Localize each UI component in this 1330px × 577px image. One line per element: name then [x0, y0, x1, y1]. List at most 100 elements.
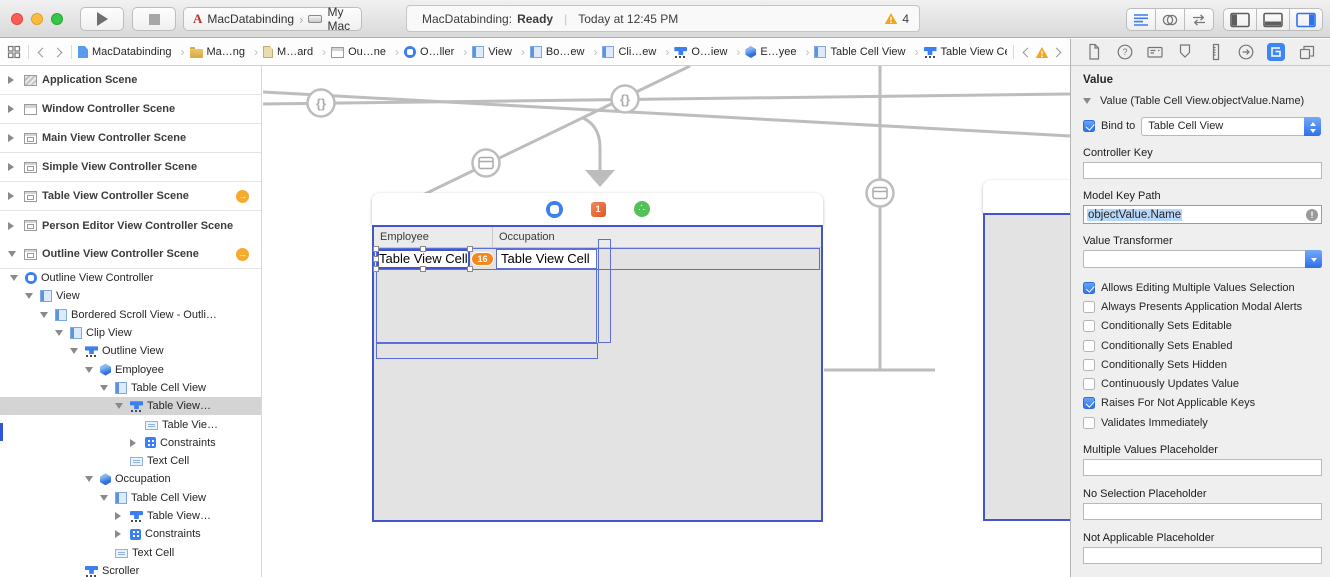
inspector-panel-button[interactable]: [1289, 8, 1323, 31]
disclosure-wrap[interactable]: [10, 275, 21, 282]
tree-row[interactable]: Constraints: [0, 434, 261, 452]
attributes-inspector-tab[interactable]: [1175, 42, 1195, 62]
adjacent-scene-view[interactable]: [983, 213, 1070, 521]
tree-row[interactable]: Occupation: [0, 470, 261, 488]
debug-panel-button[interactable]: [1256, 8, 1290, 31]
resize-handle[interactable]: [373, 266, 379, 272]
zoom-window-button[interactable]: [51, 13, 63, 25]
scene-row[interactable]: Application Scene: [0, 66, 261, 95]
breadcrumb-item[interactable]: O…ller: [404, 45, 472, 59]
controller-key-field[interactable]: [1083, 162, 1322, 179]
outline-view-editor[interactable]: Employee Occupation Table View Cell 16 T…: [372, 225, 823, 522]
issue-warning-icon[interactable]: [1035, 46, 1049, 59]
option-checkbox[interactable]: [1083, 416, 1095, 429]
placeholder-field[interactable]: [1083, 459, 1322, 477]
placeholder-field[interactable]: [1083, 547, 1322, 565]
size-inspector-tab[interactable]: [1206, 42, 1226, 62]
scene-row[interactable]: Simple View Controller Scene: [0, 153, 261, 182]
resize-handle[interactable]: [467, 246, 473, 252]
go-forward-button[interactable]: [52, 47, 63, 57]
scheme-selector[interactable]: A MacDatabinding My Mac: [183, 5, 362, 33]
disclosure-wrap[interactable]: [100, 494, 111, 501]
bind-to-popup[interactable]: Table Cell View: [1141, 116, 1321, 136]
disclosure-wrap[interactable]: [8, 163, 19, 171]
value-transformer-combo[interactable]: [1083, 250, 1322, 268]
quick-help-tab[interactable]: ?: [1115, 42, 1135, 62]
version-editor-button[interactable]: [1184, 8, 1214, 31]
disclosure-wrap[interactable]: [8, 221, 19, 230]
tree-row[interactable]: Text Cell: [0, 543, 261, 561]
tree-row[interactable]: Table Cell View: [0, 379, 261, 397]
breadcrumb-item[interactable]: View: [472, 45, 530, 59]
column-header-employee[interactable]: Employee: [374, 227, 493, 247]
previous-issue-button[interactable]: [1022, 47, 1033, 57]
tree-row[interactable]: Bordered Scroll View - Outli…: [0, 306, 261, 324]
disclosure-wrap[interactable]: [55, 330, 66, 337]
go-back-button[interactable]: [37, 47, 48, 57]
disclosure-wrap[interactable]: [25, 293, 36, 300]
option-checkbox[interactable]: [1083, 358, 1095, 371]
issues-summary[interactable]: 4: [884, 12, 909, 26]
breadcrumb-item[interactable]: MacDatabinding: [78, 45, 190, 59]
assistant-editor-button[interactable]: [1155, 8, 1185, 31]
tree-row[interactable]: Table Cell View: [0, 489, 261, 507]
disclosure-wrap[interactable]: [8, 192, 19, 200]
close-window-button[interactable]: [11, 13, 23, 25]
breadcrumb-item[interactable]: E…yee: [745, 45, 814, 59]
info-badge-icon[interactable]: [1306, 208, 1318, 221]
tree-row[interactable]: Outline View Controller: [0, 269, 261, 287]
disclosure-wrap[interactable]: [70, 567, 81, 575]
tree-row[interactable]: Scroller: [0, 562, 261, 577]
binding-summary-row[interactable]: Value (Table Cell View.objectValue.Name): [1083, 93, 1322, 108]
disclosure-wrap[interactable]: [85, 476, 96, 483]
run-button[interactable]: [80, 7, 124, 31]
tree-row[interactable]: Clip View: [0, 324, 261, 342]
option-checkbox[interactable]: [1083, 397, 1095, 410]
disclosure-wrap[interactable]: [100, 549, 111, 557]
scene-row[interactable]: Window Controller Scene: [0, 95, 261, 124]
disclosure-wrap[interactable]: [100, 384, 111, 391]
breadcrumb-item[interactable]: Bo…ew: [529, 45, 603, 59]
placeholder-field[interactable]: [1083, 503, 1322, 521]
view-controller-icon[interactable]: [545, 200, 563, 218]
connections-inspector-tab[interactable]: [1236, 42, 1256, 62]
disclosure-wrap[interactable]: [115, 530, 126, 539]
resize-handle[interactable]: [373, 256, 379, 262]
breadcrumb-item[interactable]: Ou…ne: [331, 45, 404, 59]
scene-row[interactable]: Person Editor View Controller Scene: [0, 211, 261, 240]
scene-row[interactable]: Outline View Controller Scene: [0, 240, 261, 269]
option-checkbox[interactable]: [1083, 281, 1095, 294]
disclosure-wrap[interactable]: [1083, 97, 1094, 104]
option-checkbox[interactable]: [1083, 300, 1095, 313]
column-header-occupation[interactable]: Occupation: [493, 227, 821, 247]
view-effects-inspector-tab[interactable]: [1297, 42, 1317, 62]
tree-row[interactable]: View: [0, 287, 261, 305]
tree-row[interactable]: Outline View: [0, 342, 261, 360]
breadcrumb-item[interactable]: Ma…ng: [189, 45, 264, 59]
navigator-panel-button[interactable]: [1223, 8, 1257, 31]
resize-handle[interactable]: [467, 266, 473, 272]
disclosure-wrap[interactable]: [85, 366, 96, 373]
stop-button[interactable]: [132, 7, 176, 31]
breadcrumb-item[interactable]: Table View Cell: [924, 46, 1007, 58]
next-issue-button[interactable]: [1051, 47, 1062, 57]
option-checkbox[interactable]: [1083, 339, 1095, 352]
disclosure-wrap[interactable]: [130, 438, 141, 447]
model-key-path-field[interactable]: objectValue.Name: [1083, 205, 1322, 224]
disclosure-wrap[interactable]: [115, 457, 126, 465]
resize-handle[interactable]: [420, 246, 426, 252]
disclosure-wrap[interactable]: [8, 251, 19, 257]
option-checkbox[interactable]: [1083, 320, 1095, 333]
tree-row[interactable]: Text Cell: [0, 452, 261, 470]
disclosure-wrap[interactable]: [115, 403, 126, 410]
scene-row[interactable]: Main View Controller Scene: [0, 124, 261, 153]
option-checkbox[interactable]: [1083, 378, 1095, 391]
disclosure-wrap[interactable]: [130, 421, 141, 429]
resize-handle[interactable]: [420, 266, 426, 272]
breadcrumb-item[interactable]: Table Cell View: [814, 45, 923, 59]
disclosure-wrap[interactable]: [70, 348, 81, 355]
tree-row[interactable]: Employee: [0, 360, 261, 378]
file-inspector-tab[interactable]: [1084, 42, 1104, 62]
breadcrumb-item[interactable]: M…ard: [263, 45, 331, 59]
breadcrumb-item[interactable]: Cli…ew: [602, 45, 674, 59]
